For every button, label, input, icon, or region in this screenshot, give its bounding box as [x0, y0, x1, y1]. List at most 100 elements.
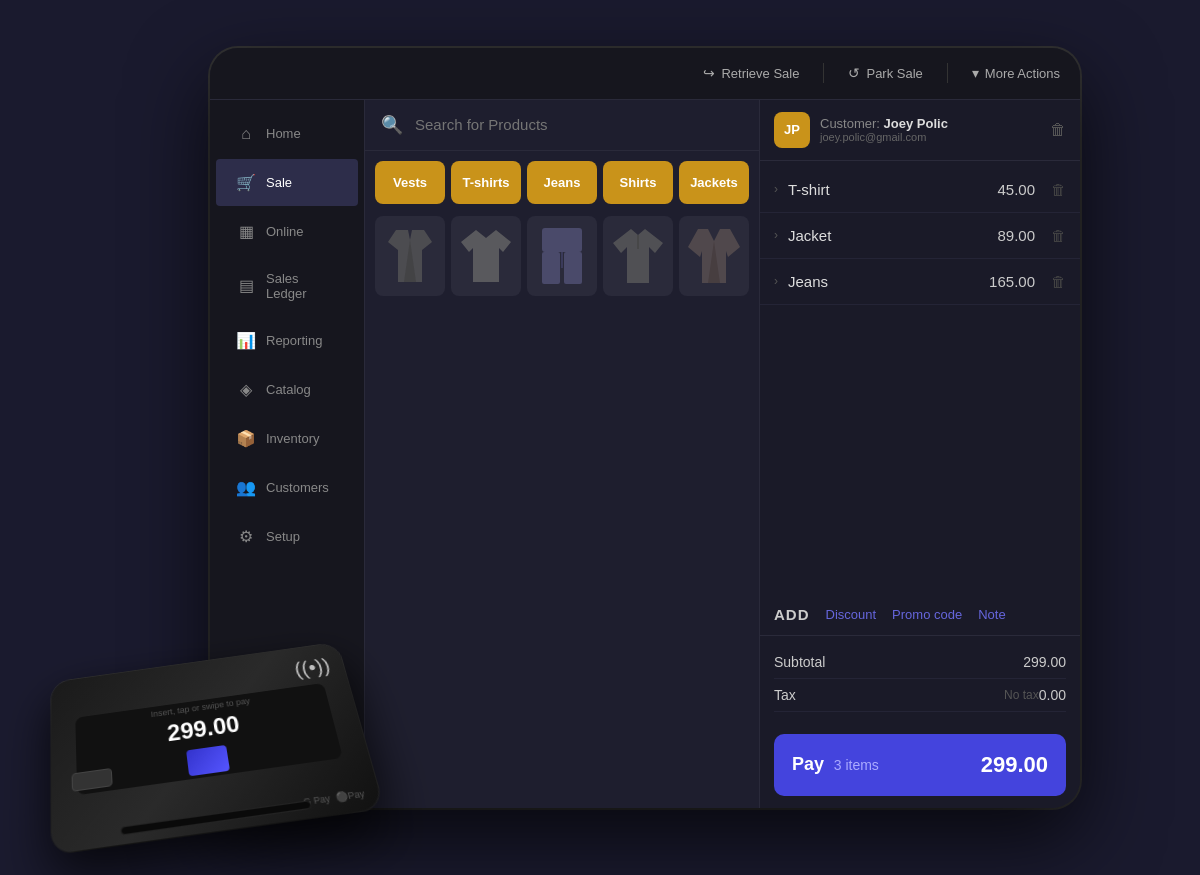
cart-item-price-jeans: 165.00	[989, 273, 1035, 290]
customer-email: joey.polic@gmail.com	[820, 131, 1040, 143]
cart-item-name-jeans: Jeans	[788, 273, 979, 290]
home-icon: ⌂	[236, 125, 256, 143]
cart-item-name-jacket: Jacket	[788, 227, 987, 244]
pay-items: 3 items	[834, 757, 879, 773]
customer-avatar: JP	[774, 112, 810, 148]
sidebar-item-online[interactable]: ▦ Online	[216, 208, 358, 255]
totals-section: Subtotal 299.00 Tax No tax 0.00	[760, 636, 1080, 722]
online-icon: ▦	[236, 222, 256, 241]
jacket-svg	[688, 229, 740, 283]
park-icon: ↺	[848, 65, 860, 81]
cart-icon: 🛒	[236, 173, 256, 192]
inventory-icon: 📦	[236, 429, 256, 448]
product-thumb-5[interactable]	[679, 216, 749, 296]
promo-link[interactable]: Promo code	[892, 607, 962, 622]
pay-text: Pay	[792, 754, 824, 774]
card-reader-screen: Insert, tap or swipe to pay 299.00	[75, 682, 343, 794]
product-thumb-1[interactable]	[375, 216, 445, 296]
vest-svg	[388, 230, 432, 282]
remove-customer-icon[interactable]: 🗑	[1050, 121, 1066, 139]
retrieve-sale-button[interactable]: ↪ Retrieve Sale	[703, 65, 799, 81]
sidebar-item-customers[interactable]: 👥 Customers	[216, 464, 358, 511]
category-buttons: Vests T-shirts Jeans Shirts Jackets	[365, 151, 759, 210]
topbar-divider-2	[947, 63, 948, 83]
chevron-jacket-icon: ›	[774, 228, 778, 242]
setup-icon: ⚙	[236, 527, 256, 546]
customer-label: Customer:	[820, 116, 884, 131]
pay-button[interactable]: Pay 3 items 299.00	[774, 734, 1066, 796]
cart-item-jacket: › Jacket 89.00 🗑	[760, 213, 1080, 259]
sidebar-item-inventory[interactable]: 📦 Inventory	[216, 415, 358, 462]
product-thumb-4[interactable]	[603, 216, 673, 296]
topbar-divider-1	[823, 63, 824, 83]
search-icon: 🔍	[381, 114, 403, 136]
delete-tshirt-icon[interactable]: 🗑	[1051, 181, 1066, 198]
nfc-icon: ((•))	[292, 654, 332, 681]
discount-link[interactable]: Discount	[826, 607, 877, 622]
svg-rect-1	[542, 252, 560, 284]
chevron-jeans-icon: ›	[774, 274, 778, 288]
delete-jeans-icon[interactable]: 🗑	[1051, 273, 1066, 290]
cart-area: JP Customer: Joey Polic joey.polic@gmail…	[760, 100, 1080, 808]
search-input[interactable]	[415, 116, 743, 133]
jeans-svg	[540, 228, 584, 284]
chevron-tshirt-icon: ›	[774, 182, 778, 196]
card-reader-amount: 299.00	[166, 710, 242, 746]
category-jeans[interactable]: Jeans	[527, 161, 597, 204]
pay-left: Pay 3 items	[792, 754, 879, 775]
pay-amount: 299.00	[981, 752, 1048, 778]
product-grid	[365, 210, 759, 302]
shirt-svg	[613, 229, 663, 283]
payment-chip	[186, 744, 230, 775]
reporting-icon: 📊	[236, 331, 256, 350]
card-reader: ((•)) Insert, tap or swipe to pay 299.00…	[51, 642, 383, 854]
sidebar-item-sales-ledger[interactable]: ▤ Sales Ledger	[216, 257, 358, 315]
cart-item-price-jacket: 89.00	[997, 227, 1035, 244]
top-bar: ↪ Retrieve Sale ↺ Park Sale ▾ More Actio…	[210, 48, 1080, 100]
product-thumb-2[interactable]	[451, 216, 521, 296]
svg-rect-0	[542, 228, 582, 252]
pay-button-inner: Pay 3 items 299.00	[792, 752, 1048, 778]
cart-item-jeans: › Jeans 165.00 🗑	[760, 259, 1080, 305]
retrieve-icon: ↪	[703, 65, 715, 81]
tax-amount: 0.00	[1039, 687, 1066, 703]
category-vests[interactable]: Vests	[375, 161, 445, 204]
customer-info: Customer: Joey Polic joey.polic@gmail.co…	[820, 116, 1040, 143]
category-jackets[interactable]: Jackets	[679, 161, 749, 204]
applepay-label: ⚫Pay	[335, 788, 366, 803]
cart-item-tshirt: › T-shirt 45.00 🗑	[760, 167, 1080, 213]
tax-label: Tax	[774, 687, 998, 703]
card-slot	[120, 800, 312, 836]
cart-items: › T-shirt 45.00 🗑 › Jacket 89.00 🗑 › Jea…	[760, 161, 1080, 594]
park-sale-button[interactable]: ↺ Park Sale	[848, 65, 922, 81]
cart-item-name-tshirt: T-shirt	[788, 181, 987, 198]
subtotal-amount: 299.00	[1023, 654, 1066, 670]
svg-rect-2	[564, 252, 582, 284]
add-label: ADD	[774, 606, 810, 623]
product-area: 🔍 Vests T-shirts Jeans Shirts Jackets	[365, 100, 760, 808]
sidebar-item-setup[interactable]: ⚙ Setup	[216, 513, 358, 560]
catalog-icon: ◈	[236, 380, 256, 399]
note-link[interactable]: Note	[978, 607, 1005, 622]
sidebar-item-sale[interactable]: 🛒 Sale	[216, 159, 358, 206]
tshirt-svg	[461, 230, 511, 282]
category-shirts[interactable]: Shirts	[603, 161, 673, 204]
sidebar-item-catalog[interactable]: ◈ Catalog	[216, 366, 358, 413]
more-actions-button[interactable]: ▾ More Actions	[972, 65, 1060, 81]
category-tshirts[interactable]: T-shirts	[451, 161, 521, 204]
card-reader-brands: G Pay ⚫Pay	[302, 788, 365, 807]
ledger-icon: ▤	[236, 276, 256, 295]
subtotal-row: Subtotal 299.00	[774, 646, 1066, 679]
customer-name: Customer: Joey Polic	[820, 116, 1040, 131]
sidebar-item-home[interactable]: ⌂ Home	[216, 111, 358, 157]
tax-row: Tax No tax 0.00	[774, 679, 1066, 712]
delete-jacket-icon[interactable]: 🗑	[1051, 227, 1066, 244]
tax-note: No tax	[1004, 688, 1039, 702]
customers-icon: 👥	[236, 478, 256, 497]
chevron-down-icon: ▾	[972, 65, 979, 81]
cart-item-price-tshirt: 45.00	[997, 181, 1035, 198]
subtotal-label: Subtotal	[774, 654, 1023, 670]
add-section: ADD Discount Promo code Note	[760, 594, 1080, 636]
product-thumb-3[interactable]	[527, 216, 597, 296]
sidebar-item-reporting[interactable]: 📊 Reporting	[216, 317, 358, 364]
